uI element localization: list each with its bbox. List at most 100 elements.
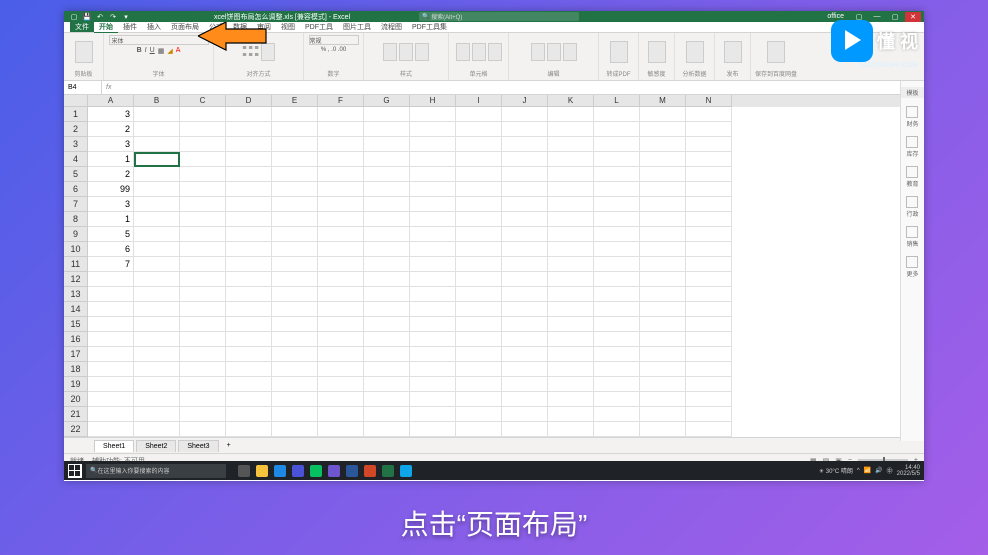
cell[interactable] [548,422,594,437]
clock[interactable]: 14:40 2022/5/5 [897,465,920,477]
cell[interactable] [548,167,594,182]
cell[interactable] [640,392,686,407]
cell[interactable] [134,302,180,317]
cell[interactable] [640,377,686,392]
cell[interactable] [640,242,686,257]
cell[interactable] [548,122,594,137]
cell[interactable] [88,302,134,317]
cell[interactable] [88,407,134,422]
cell[interactable] [686,137,732,152]
cell[interactable] [364,137,410,152]
cell[interactable] [226,197,272,212]
cell[interactable] [548,272,594,287]
cell[interactable] [364,362,410,377]
cell[interactable] [364,107,410,122]
row-header[interactable]: 17 [64,347,88,362]
row-header[interactable]: 20 [64,392,88,407]
cell[interactable] [410,167,456,182]
cell[interactable] [318,152,364,167]
cell[interactable] [364,422,410,437]
cell[interactable] [180,362,226,377]
tray-net-icon[interactable]: 📶 [864,467,871,474]
cell[interactable] [134,197,180,212]
cell[interactable] [226,137,272,152]
cell[interactable] [180,272,226,287]
cell[interactable] [180,227,226,242]
cell[interactable] [640,407,686,422]
cell[interactable]: 3 [88,107,134,122]
cell[interactable] [180,182,226,197]
cell[interactable] [686,407,732,422]
cell[interactable] [410,422,456,437]
add-sheet-button[interactable]: + [221,442,237,449]
italic-icon[interactable]: I [145,47,147,55]
cell[interactable] [640,287,686,302]
excel-icon[interactable] [382,465,394,477]
cell[interactable] [364,122,410,137]
find-icon[interactable] [563,43,577,61]
cell[interactable] [272,152,318,167]
redo-icon[interactable]: ↷ [108,12,118,22]
undo-icon[interactable]: ↶ [95,12,105,22]
search-box[interactable]: 🔍 搜索(Alt+Q) [419,12,579,21]
cell[interactable] [686,107,732,122]
underline-icon[interactable]: U [150,47,155,55]
cell[interactable] [594,377,640,392]
cell[interactable] [272,122,318,137]
cell[interactable] [548,332,594,347]
cell[interactable] [318,302,364,317]
cell[interactable]: 1 [88,152,134,167]
col-header[interactable]: J [502,95,548,107]
publish-icon[interactable] [724,41,742,63]
weather[interactable]: ☀ 30°C 晴朗 [819,466,853,475]
ppt-icon[interactable] [364,465,376,477]
taskbar-search[interactable]: 🔍 在这里输入你要搜索的内容 [86,464,226,478]
cell[interactable] [548,362,594,377]
cell[interactable] [226,257,272,272]
app-icon[interactable] [292,465,304,477]
cell[interactable] [410,377,456,392]
cell[interactable] [364,182,410,197]
cell[interactable] [456,377,502,392]
row-header[interactable]: 2 [64,122,88,137]
cell[interactable] [318,257,364,272]
row-header[interactable]: 15 [64,317,88,332]
col-header[interactable]: L [594,95,640,107]
cell[interactable] [594,347,640,362]
cell[interactable] [502,152,548,167]
cell[interactable] [134,182,180,197]
cell[interactable] [456,137,502,152]
cell[interactable] [640,332,686,347]
tray-vol-icon[interactable]: 🔊 [875,467,882,474]
cell[interactable] [594,227,640,242]
cell[interactable] [594,422,640,437]
tab-pdftoolset[interactable]: PDF工具 [300,22,338,32]
cell[interactable] [272,317,318,332]
cell[interactable] [272,392,318,407]
analyze-icon[interactable] [686,41,704,63]
cell[interactable] [686,317,732,332]
delete-cells-icon[interactable] [472,43,486,61]
cell[interactable] [134,332,180,347]
word-icon[interactable] [346,465,358,477]
task-view-icon[interactable] [238,465,250,477]
cell[interactable] [364,332,410,347]
account-label[interactable]: office [827,13,844,20]
cell[interactable] [456,107,502,122]
cell[interactable] [456,407,502,422]
cell[interactable] [88,422,134,437]
cell[interactable] [456,197,502,212]
cell[interactable] [410,137,456,152]
tab-home[interactable]: 开始 [94,22,118,33]
cell[interactable] [410,257,456,272]
side-item[interactable]: 行政 [906,196,918,218]
cell[interactable] [410,332,456,347]
cell[interactable] [226,362,272,377]
cell[interactable] [548,197,594,212]
cell[interactable] [456,212,502,227]
cell[interactable] [318,242,364,257]
cell[interactable] [594,302,640,317]
cell[interactable] [548,152,594,167]
tab-view[interactable]: 视图 [276,22,300,32]
cell[interactable] [502,347,548,362]
